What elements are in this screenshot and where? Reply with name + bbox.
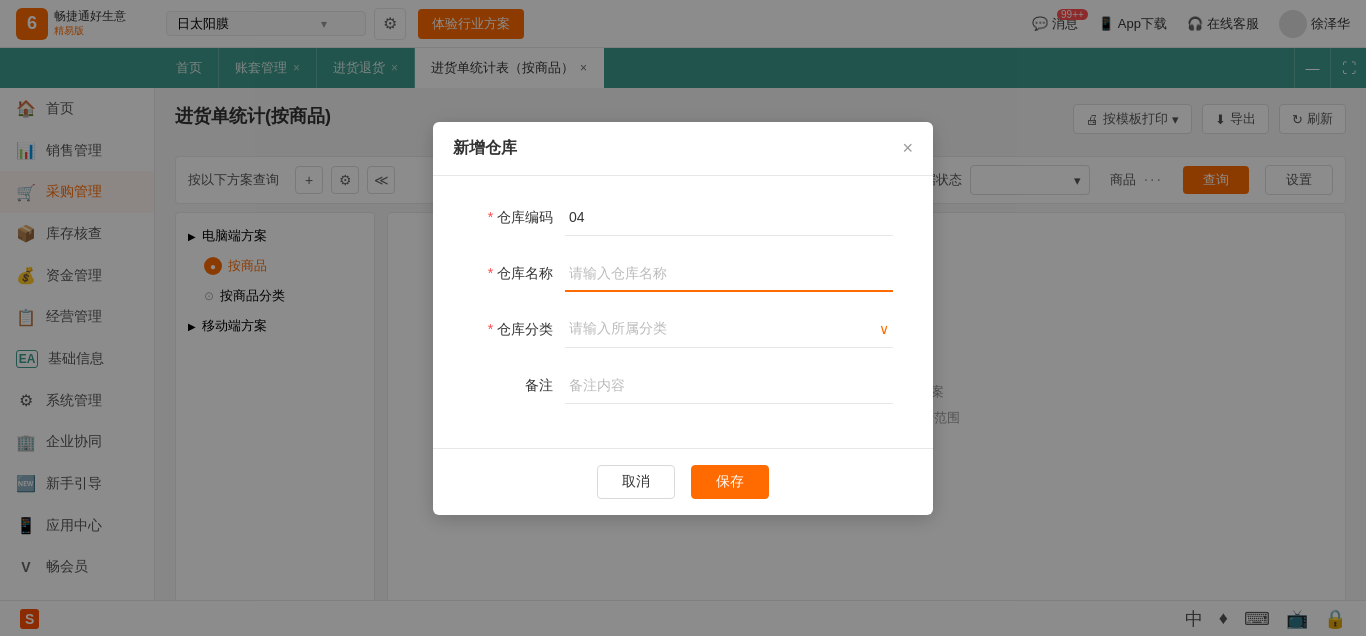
code-label: 仓库编码 bbox=[473, 209, 553, 227]
category-arrow-icon: ∨ bbox=[879, 321, 889, 337]
note-input[interactable] bbox=[565, 368, 893, 404]
modal-header: 新增仓库 × bbox=[433, 122, 933, 176]
category-placeholder: 请输入所属分类 bbox=[569, 320, 667, 338]
category-select[interactable]: 请输入所属分类 ∨ bbox=[565, 312, 893, 348]
modal-body: 仓库编码 仓库名称 仓库分类 请输入所属分类 ∨ 备注 bbox=[433, 176, 933, 448]
form-row-category: 仓库分类 请输入所属分类 ∨ bbox=[473, 312, 893, 348]
note-label: 备注 bbox=[473, 377, 553, 395]
name-input[interactable] bbox=[565, 256, 893, 292]
new-warehouse-modal: 新增仓库 × 仓库编码 仓库名称 仓库分类 请输入所属分类 ∨ bbox=[433, 122, 933, 515]
form-row-note: 备注 bbox=[473, 368, 893, 404]
form-row-name: 仓库名称 bbox=[473, 256, 893, 292]
modal-footer: 取消 保存 bbox=[433, 448, 933, 515]
code-input[interactable] bbox=[565, 200, 893, 236]
modal-title: 新增仓库 bbox=[453, 138, 517, 159]
cancel-button[interactable]: 取消 bbox=[597, 465, 675, 499]
name-label: 仓库名称 bbox=[473, 265, 553, 283]
save-button[interactable]: 保存 bbox=[691, 465, 769, 499]
modal-overlay: 新增仓库 × 仓库编码 仓库名称 仓库分类 请输入所属分类 ∨ bbox=[0, 0, 1366, 636]
category-label: 仓库分类 bbox=[473, 321, 553, 339]
modal-close-button[interactable]: × bbox=[902, 138, 913, 159]
form-row-code: 仓库编码 bbox=[473, 200, 893, 236]
